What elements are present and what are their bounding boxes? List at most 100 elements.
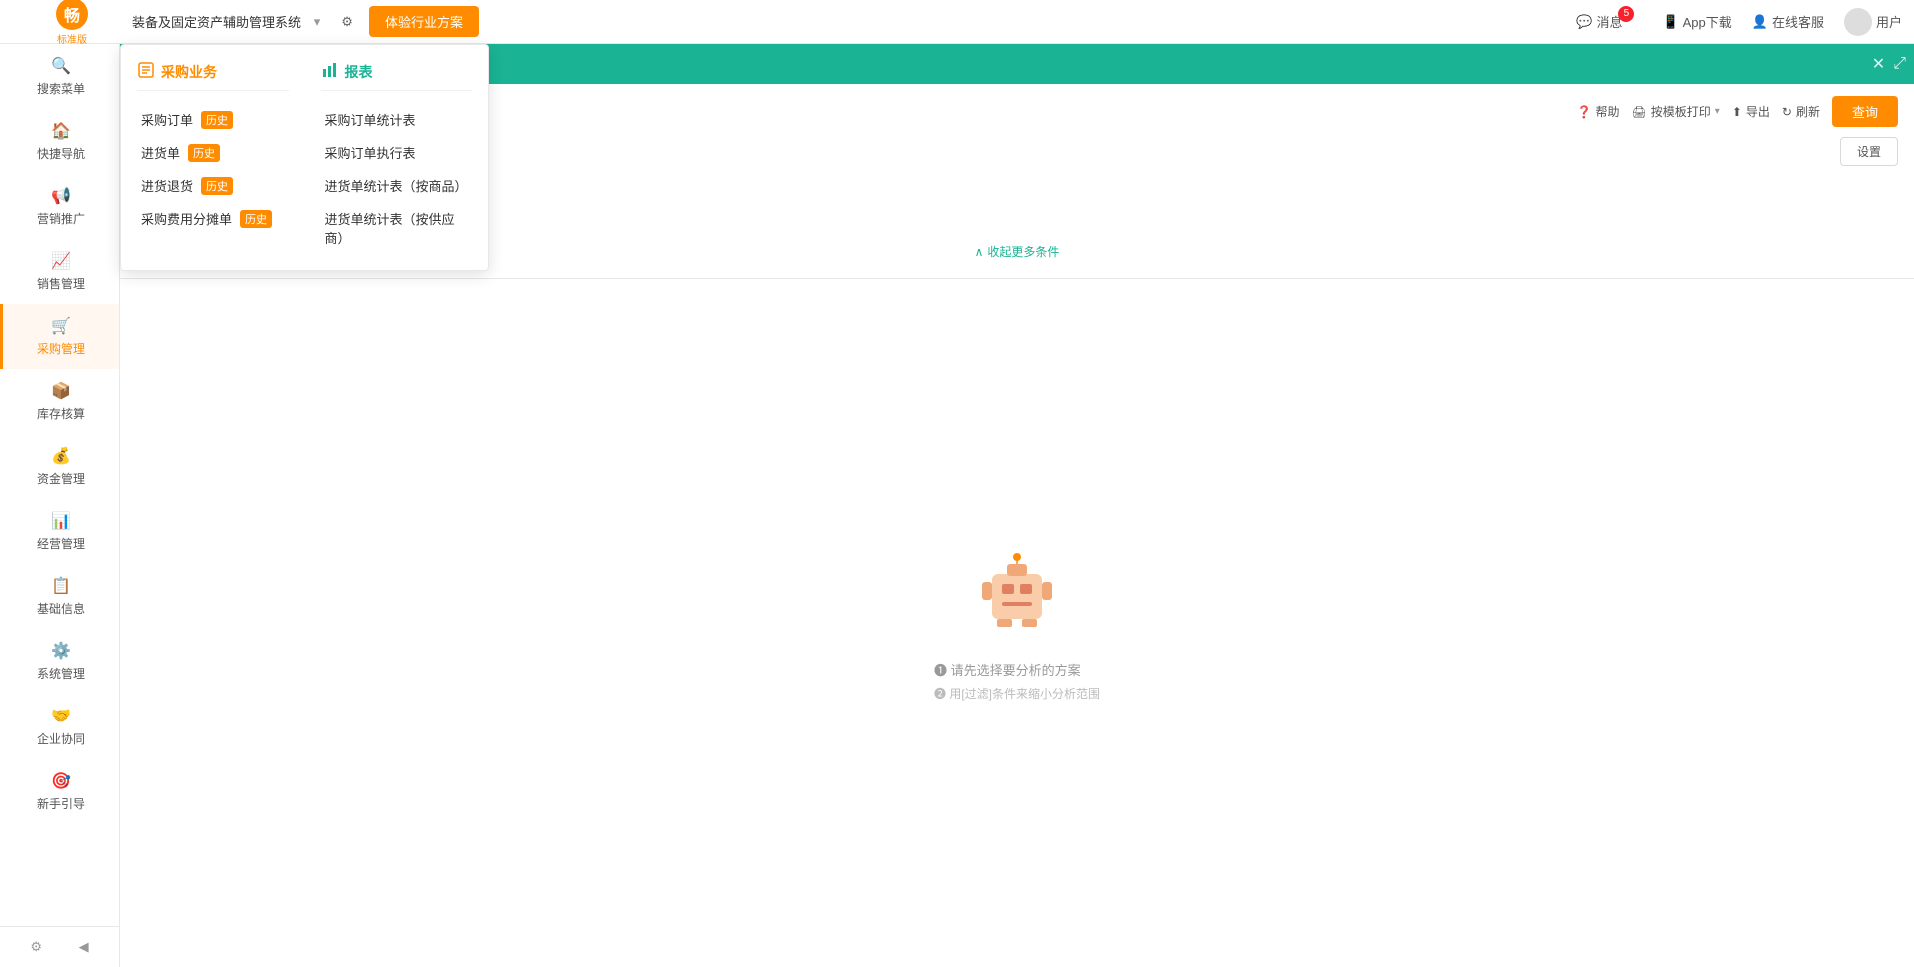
purchase-order-label: 采购订单 — [141, 110, 193, 129]
search-icon: 🔍 — [51, 56, 71, 76]
menu-item-inbound-stats-supplier[interactable]: 进货单统计表（按供应商） — [321, 202, 473, 254]
purchase-reports-section: 报表 采购订单统计表 采购订单执行表 进货单统计表（按商品） 进货单统计表（按供… — [321, 61, 473, 254]
purchase-business-title: 采购业务 — [137, 61, 289, 91]
inbound-badge: 历史 — [188, 144, 220, 162]
messages-badge: 5 — [1618, 6, 1634, 22]
sidebar-item-label: 资金管理 — [37, 470, 85, 487]
sidebar-settings-icon[interactable]: ⚙ — [30, 939, 42, 955]
print-dropdown-arrow[interactable]: ▾ — [1715, 106, 1720, 117]
sidebar-item-label: 基础信息 — [37, 600, 85, 617]
menu-item-inbound[interactable]: 进货单 历史 — [137, 136, 289, 169]
print-button[interactable]: 🖨 按模板打印 ▾ — [1632, 103, 1720, 120]
set-button[interactable]: 设置 — [1840, 137, 1898, 166]
menu-item-inbound-stats-goods[interactable]: 进货单统计表（按商品） — [321, 169, 473, 202]
logo-icon: 畅 — [56, 0, 88, 30]
sidebar-item-label: 经营管理 — [37, 535, 85, 552]
online-service-label: 在线客服 — [1772, 12, 1824, 31]
tab-expand-icon[interactable]: ⤢ — [1893, 55, 1906, 73]
purchase-reports-title: 报表 — [321, 61, 473, 91]
sidebar-item-sales[interactable]: 📈 销售管理 — [0, 239, 119, 304]
menu-item-po-exec[interactable]: 采购订单执行表 — [321, 136, 473, 169]
logo-area: 畅 标准版 — [12, 0, 132, 46]
service-icon: 👤 — [1752, 14, 1768, 30]
home-icon: 🏠 — [51, 121, 71, 141]
tab-close-all-icon[interactable]: ✕ — [1872, 54, 1885, 74]
tab-bar-right: ✕ ⤢ — [1872, 54, 1906, 74]
purchase-fee-label: 采购费用分摊单 — [141, 209, 232, 228]
enterprise-icon: 🤝 — [51, 706, 71, 726]
system-icon: ⚙️ — [51, 641, 71, 661]
query-button[interactable]: 查询 — [1832, 96, 1898, 127]
top-right: 💬 消息 5 📱 App下载 👤 在线客服 用户 — [1576, 8, 1902, 36]
export-button[interactable]: ⬆ 导出 — [1732, 103, 1770, 120]
sidebar-item-system[interactable]: ⚙️ 系统管理 — [0, 629, 119, 694]
purchase-fee-badge: 历史 — [240, 210, 272, 228]
sidebar-item-marketing[interactable]: 📢 营销推广 — [0, 174, 119, 239]
phone-icon: 📱 — [1662, 14, 1678, 30]
sidebar-item-operations[interactable]: 📊 经营管理 — [0, 499, 119, 564]
export-icon: ⬆ — [1732, 105, 1742, 119]
system-title-area: 装备及固定资产辅助管理系统 ▾ ⚙ 体验行业方案 — [132, 6, 1576, 37]
menu-item-purchase-fee[interactable]: 采购费用分摊单 历史 — [137, 202, 289, 235]
inbound-return-label: 进货退货 — [141, 176, 193, 195]
user-item[interactable]: 用户 — [1844, 8, 1902, 36]
app-download-label: App下载 — [1683, 12, 1732, 31]
purchase-dropdown: 采购业务 采购订单 历史 进货单 历史 进货退货 历史 采购费用分摊单 历史 报… — [120, 44, 489, 271]
print-label: 按模板打印 — [1651, 103, 1711, 120]
sidebar-item-guide[interactable]: 🎯 新手引导 — [0, 759, 119, 824]
sidebar-item-label: 企业协同 — [37, 730, 85, 747]
inbound-stats-supplier-label: 进货单统计表（按供应商） — [325, 209, 469, 247]
sales-icon: 📈 — [51, 251, 71, 271]
sidebar-item-label: 搜索菜单 — [37, 80, 85, 97]
sidebar-item-quick-nav[interactable]: 🏠 快捷导航 — [0, 109, 119, 174]
purchase-business-icon — [137, 61, 155, 82]
menu-item-po-stats[interactable]: 采购订单统计表 — [321, 103, 473, 136]
print-icon: 🖨 — [1632, 105, 1647, 119]
user-label: 用户 — [1876, 12, 1902, 31]
sidebar-item-search[interactable]: 🔍 搜索菜单 — [0, 44, 119, 109]
inbound-stats-goods-label: 进货单统计表（按商品） — [325, 176, 468, 195]
inbound-label: 进货单 — [141, 143, 180, 162]
menu-item-purchase-order[interactable]: 采购订单 历史 — [137, 103, 289, 136]
refresh-button[interactable]: ↻ 刷新 — [1782, 103, 1820, 120]
operations-icon: 📊 — [51, 511, 71, 531]
help-icon: ❓ — [1577, 105, 1592, 119]
guide-icon: 🎯 — [51, 771, 71, 791]
sidebar-item-label: 销售管理 — [37, 275, 85, 292]
refresh-label: 刷新 — [1796, 103, 1820, 120]
inventory-icon: 📦 — [51, 381, 71, 401]
industry-button[interactable]: 体验行业方案 — [369, 6, 479, 37]
empty-line2: ❷ 用[过滤]条件来缩小分析范围 — [934, 685, 1100, 702]
app-download-item[interactable]: 📱 App下载 — [1662, 12, 1731, 31]
finance-icon: 💰 — [51, 446, 71, 466]
collapse-arrow-icon: ∧ — [975, 245, 984, 259]
purchase-icon: 🛒 — [51, 316, 71, 336]
inbound-return-badge: 历史 — [201, 177, 233, 195]
sidebar-item-label: 采购管理 — [37, 340, 85, 357]
export-label: 导出 — [1746, 103, 1770, 120]
sidebar-item-purchase[interactable]: 🛒 采购管理 — [0, 304, 119, 369]
sidebar-collapse-icon[interactable]: ◀ — [79, 939, 89, 955]
sidebar-item-enterprise[interactable]: 🤝 企业协同 — [0, 694, 119, 759]
user-avatar — [1844, 8, 1872, 36]
sidebar: 🔍 搜索菜单 🏠 快捷导航 📢 营销推广 📈 销售管理 🛒 采购管理 📦 库存核… — [0, 44, 120, 967]
system-dropdown-arrow[interactable]: ▾ — [309, 14, 325, 30]
sidebar-item-basic[interactable]: 📋 基础信息 — [0, 564, 119, 629]
basic-icon: 📋 — [51, 576, 71, 596]
po-exec-label: 采购订单执行表 — [325, 143, 416, 162]
empty-line1: ❶ 请先选择要分析的方案 — [934, 660, 1100, 679]
sidebar-item-label: 快捷导航 — [37, 145, 85, 162]
sidebar-item-inventory[interactable]: 📦 库存核算 — [0, 369, 119, 434]
sidebar-item-finance[interactable]: 💰 资金管理 — [0, 434, 119, 499]
messages-item[interactable]: 💬 消息 5 — [1576, 12, 1642, 31]
collapse-label: 收起更多条件 — [987, 243, 1059, 260]
sidebar-item-label: 新手引导 — [37, 795, 85, 812]
online-service-item[interactable]: 👤 在线客服 — [1752, 12, 1824, 31]
menu-item-inbound-return[interactable]: 进货退货 历史 — [137, 169, 289, 202]
system-settings-icon[interactable]: ⚙ — [333, 8, 361, 36]
marketing-icon: 📢 — [51, 186, 71, 206]
help-button[interactable]: ❓ 帮助 — [1577, 103, 1620, 120]
sidebar-item-label: 系统管理 — [37, 665, 85, 682]
top-bar: 畅 标准版 装备及固定资产辅助管理系统 ▾ ⚙ 体验行业方案 💬 消息 5 📱 … — [0, 0, 1914, 44]
help-label: 帮助 — [1596, 103, 1620, 120]
